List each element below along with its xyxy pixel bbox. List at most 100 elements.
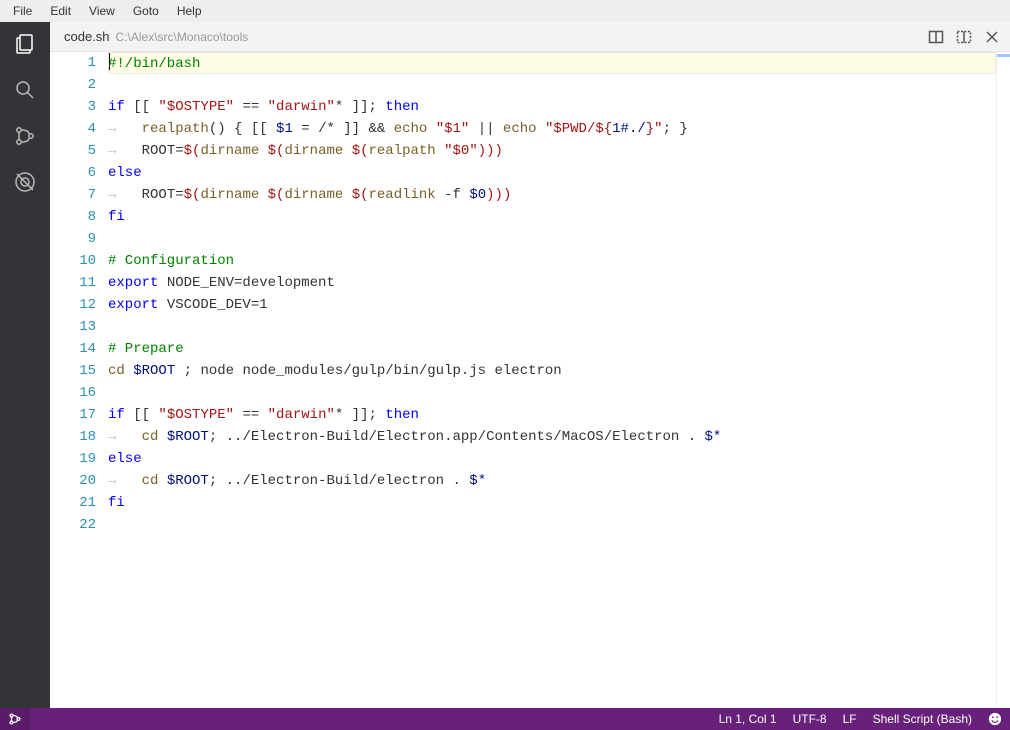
- code-line[interactable]: else: [108, 448, 996, 470]
- token-op: NODE_ENV=development: [158, 275, 334, 291]
- debug-icon[interactable]: [11, 168, 39, 196]
- overview-ruler[interactable]: [996, 52, 1010, 708]
- code-line[interactable]: [108, 228, 996, 250]
- token-indent: →: [108, 143, 142, 159]
- split-editor-icon[interactable]: [928, 29, 944, 45]
- token-keyword: else: [108, 165, 142, 181]
- token-op: [158, 429, 166, 445]
- status-bar: Ln 1, Col 1 UTF-8 LF Shell Script (Bash): [0, 708, 1010, 730]
- line-number: 10: [50, 250, 96, 272]
- token-comment: # Configuration: [108, 253, 234, 269]
- token-op: ROOT=: [142, 187, 184, 203]
- token-op: ||: [469, 121, 503, 137]
- token-string: $(: [184, 187, 201, 203]
- code-line[interactable]: fi: [108, 492, 996, 514]
- code-line[interactable]: if [[ "$OSTYPE" == "darwin"* ]]; then: [108, 96, 996, 118]
- show-diff-icon[interactable]: [956, 29, 972, 45]
- token-indent: →: [108, 429, 142, 445]
- token-string: "$1": [436, 121, 470, 137]
- token-func: dirname: [284, 187, 343, 203]
- code-line[interactable]: export VSCODE_DEV=1: [108, 294, 996, 316]
- code-line[interactable]: → ROOT=$(dirname $(dirname $(readlink -f…: [108, 184, 996, 206]
- token-string: "$OSTYPE": [158, 407, 234, 423]
- code-content[interactable]: #!/bin/bash if [[ "$OSTYPE" == "darwin"* …: [108, 52, 996, 708]
- status-line-col[interactable]: Ln 1, Col 1: [711, 708, 785, 730]
- token-func: realpath: [369, 143, 436, 159]
- token-op: [436, 143, 444, 159]
- token-keyword: else: [108, 451, 142, 467]
- menu-view[interactable]: View: [80, 2, 124, 20]
- code-line[interactable]: cd $ROOT ; node node_modules/gulp/bin/gu…: [108, 360, 996, 382]
- token-string: }": [646, 121, 663, 137]
- token-op: [259, 143, 267, 159]
- code-line[interactable]: [108, 514, 996, 536]
- code-line[interactable]: fi: [108, 206, 996, 228]
- status-git-branch[interactable]: [0, 708, 30, 730]
- status-encoding[interactable]: UTF-8: [785, 708, 835, 730]
- token-func: echo: [503, 121, 537, 137]
- code-line[interactable]: [108, 316, 996, 338]
- line-number: 7: [50, 184, 96, 206]
- code-line[interactable]: # Prepare: [108, 338, 996, 360]
- code-line[interactable]: # Configuration: [108, 250, 996, 272]
- menu-edit[interactable]: Edit: [41, 2, 80, 20]
- close-icon[interactable]: [984, 29, 1000, 45]
- line-number: 15: [50, 360, 96, 382]
- token-var: $*: [469, 473, 486, 489]
- token-indent: →: [108, 473, 142, 489]
- token-keyword: export: [108, 297, 158, 313]
- token-string: $(: [268, 143, 285, 159]
- token-op: [158, 473, 166, 489]
- line-number: 9: [50, 228, 96, 250]
- token-var: $1: [276, 121, 293, 137]
- token-func: dirname: [200, 143, 259, 159]
- menu-file[interactable]: File: [4, 2, 41, 20]
- line-number: 21: [50, 492, 96, 514]
- tab-bar: code.sh C:\Alex\src\Monaco\tools: [50, 22, 1010, 52]
- editor-area: code.sh C:\Alex\src\Monaco\tools 1234567…: [50, 22, 1010, 708]
- code-line[interactable]: [108, 74, 996, 96]
- text-editor[interactable]: 12345678910111213141516171819202122 #!/b…: [50, 52, 1010, 708]
- token-keyword: fi: [108, 209, 125, 225]
- code-line[interactable]: → ROOT=$(dirname $(dirname $(realpath "$…: [108, 140, 996, 162]
- code-line[interactable]: else: [108, 162, 996, 184]
- feedback-icon[interactable]: [980, 708, 1010, 730]
- line-number: 4: [50, 118, 96, 140]
- search-icon[interactable]: [11, 76, 39, 104]
- token-string: $(: [352, 143, 369, 159]
- code-line[interactable]: → cd $ROOT; ../Electron-Build/electron .…: [108, 470, 996, 492]
- line-number: 2: [50, 74, 96, 96]
- code-line[interactable]: → realpath() { [[ $1 = /* ]] && echo "$1…: [108, 118, 996, 140]
- token-indent: →: [108, 187, 142, 203]
- status-language[interactable]: Shell Script (Bash): [865, 708, 980, 730]
- line-number: 17: [50, 404, 96, 426]
- line-number: 22: [50, 514, 96, 536]
- git-icon[interactable]: [11, 122, 39, 150]
- token-var: $ROOT: [167, 473, 209, 489]
- token-string: "darwin": [268, 407, 335, 423]
- token-func: realpath: [142, 121, 209, 137]
- activity-bar: [0, 22, 50, 708]
- code-line[interactable]: if [[ "$OSTYPE" == "darwin"* ]]; then: [108, 404, 996, 426]
- overview-mark: [997, 54, 1010, 57]
- token-string: "darwin": [268, 99, 335, 115]
- code-line[interactable]: #!/bin/bash: [108, 52, 996, 74]
- token-op: [125, 363, 133, 379]
- files-icon[interactable]: [11, 30, 39, 58]
- tab-code-sh[interactable]: code.sh C:\Alex\src\Monaco\tools: [50, 22, 258, 51]
- status-eol[interactable]: LF: [835, 708, 865, 730]
- token-op: [259, 187, 267, 203]
- token-op: ROOT=: [142, 143, 184, 159]
- token-keyword: if: [108, 407, 125, 423]
- token-keyword: export: [108, 275, 158, 291]
- code-line[interactable]: → cd $ROOT; ../Electron-Build/Electron.a…: [108, 426, 996, 448]
- menu-help[interactable]: Help: [168, 2, 211, 20]
- line-number: 16: [50, 382, 96, 404]
- code-line[interactable]: [108, 382, 996, 404]
- token-func: readlink: [369, 187, 436, 203]
- token-string: $(: [352, 187, 369, 203]
- token-comment: #!/bin/bash: [108, 56, 200, 72]
- line-number: 13: [50, 316, 96, 338]
- code-line[interactable]: export NODE_ENV=development: [108, 272, 996, 294]
- menu-goto[interactable]: Goto: [124, 2, 168, 20]
